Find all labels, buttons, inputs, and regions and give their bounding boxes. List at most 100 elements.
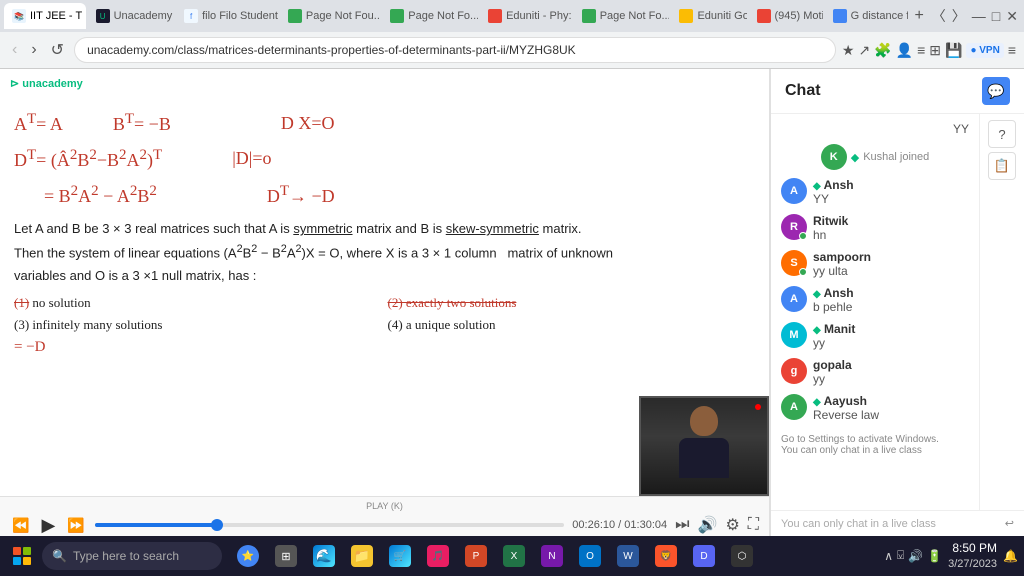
address-input[interactable] bbox=[74, 37, 836, 63]
tab-label-filo: filo Filo Student: bbox=[202, 10, 278, 22]
person-head bbox=[690, 406, 718, 436]
current-time: 00:26:10 bbox=[572, 519, 615, 531]
chat-msg-ansh-2: A ◆ Ansh b pehle bbox=[781, 286, 969, 314]
diamond-aayush: ◆ bbox=[813, 397, 821, 408]
discord-icon: D bbox=[693, 545, 715, 567]
save-icon[interactable]: 💾 bbox=[945, 42, 962, 59]
tab-gdist[interactable]: G distance fro: bbox=[825, 3, 909, 29]
profile-icon[interactable]: 👤 bbox=[896, 42, 913, 59]
taskbar-edge[interactable]: 🌊 bbox=[306, 538, 342, 574]
share-icon[interactable]: ↗ bbox=[858, 42, 870, 59]
back-button[interactable]: ‹ bbox=[8, 39, 21, 61]
taskbar-brave[interactable]: 🦁 bbox=[648, 538, 684, 574]
skip-next-icon[interactable]: ⏭ bbox=[675, 516, 689, 534]
tab-pg2[interactable]: Page Not Fo... ✕ bbox=[382, 3, 478, 29]
tab-pg3[interactable]: Page Not Fo... ✕ bbox=[574, 3, 670, 29]
win-logo-sq2 bbox=[23, 547, 31, 555]
avatar-aayush: A bbox=[781, 394, 807, 420]
tab-label-pg1: Page Not Fou... bbox=[306, 10, 380, 22]
tab-label-gdist: G distance fro: bbox=[851, 10, 909, 22]
new-tab-button[interactable]: + bbox=[910, 7, 927, 25]
tab-favicon-filo: f bbox=[184, 9, 198, 23]
tab-favicon-pg1 bbox=[288, 9, 302, 23]
network-icon[interactable]: ⍌ bbox=[897, 548, 904, 563]
grid-icon[interactable]: ⊞ bbox=[929, 42, 941, 59]
chevron-up-icon[interactable]: ∧ bbox=[884, 549, 893, 563]
taskbar-task-view[interactable]: ⊞ bbox=[268, 538, 304, 574]
option-2-label: (2) exactly two solutions bbox=[388, 295, 517, 311]
extension-icon[interactable]: 🧩 bbox=[874, 42, 891, 59]
progress-bar[interactable] bbox=[95, 523, 565, 527]
tab-label-pg3: Page Not Fo... bbox=[600, 10, 670, 22]
chat-notes-button[interactable]: 📋 bbox=[988, 152, 1016, 180]
menu-icon[interactable]: ≡ bbox=[1008, 42, 1016, 58]
settings-icon[interactable]: ⚙ bbox=[725, 515, 739, 535]
taskbar-store[interactable]: 🛒 bbox=[382, 538, 418, 574]
vpn-badge: ● VPN bbox=[966, 43, 1003, 58]
formula-dt-neg-d: DT→ −D bbox=[267, 179, 335, 211]
tab-filo[interactable]: f filo Filo Student: ✕ bbox=[176, 3, 278, 29]
taskbar-search-icon: 🔍 bbox=[52, 549, 67, 563]
username-sampoorn: sampoorn bbox=[813, 250, 871, 264]
taskbar-app1[interactable]: ⬡ bbox=[724, 538, 760, 574]
taskbar-onenote[interactable]: N bbox=[534, 538, 570, 574]
taskbar-explorer[interactable]: 📁 bbox=[344, 538, 380, 574]
tab-unacademy[interactable]: U Unacademy ✕ bbox=[88, 3, 175, 29]
start-button[interactable] bbox=[6, 540, 38, 572]
lecture-area: ⊳ unacademy AT= A BT= −B D X=O DT= (Â2B2… bbox=[0, 69, 770, 536]
forward-button[interactable]: › bbox=[27, 39, 40, 61]
chat-question-button[interactable]: ? bbox=[988, 120, 1016, 148]
chat-messages: YY K ◆ Kushal joined A ◆ Ansh bbox=[771, 114, 979, 510]
taskbar-outlook[interactable]: O bbox=[572, 538, 608, 574]
chat-user-info-aayush: ◆ Aayush Reverse law bbox=[813, 394, 879, 422]
msg-text-ansh-1: YY bbox=[813, 192, 854, 206]
chat-msg-manit: M ◆ Manit yy bbox=[781, 322, 969, 350]
taskbar-excel[interactable]: X bbox=[496, 538, 532, 574]
calc-result: = −D bbox=[14, 339, 755, 356]
chat-send-icon[interactable]: ↩ bbox=[1005, 517, 1014, 530]
notifications-icon[interactable]: 🔔 bbox=[1003, 549, 1018, 563]
volume-icon[interactable]: 🔊 bbox=[698, 515, 718, 535]
avatar-manit: M bbox=[781, 322, 807, 348]
minimize-button[interactable]: — bbox=[970, 8, 988, 24]
bookmark-icon[interactable]: ★ bbox=[842, 42, 855, 59]
taskbar-media[interactable]: 🎵 bbox=[420, 538, 456, 574]
own-message-text: YY bbox=[781, 122, 969, 136]
tab-nav-buttons: 〈 〉 — □ ✕ bbox=[930, 6, 1020, 26]
play-pause-button[interactable]: ▶ bbox=[39, 515, 57, 536]
battery-icon[interactable]: 🔋 bbox=[927, 549, 942, 563]
close-button[interactable]: ✕ bbox=[1004, 8, 1020, 25]
forward-10s-button[interactable]: ⏩ bbox=[65, 517, 86, 534]
tab-favicon-pg3 bbox=[582, 9, 596, 23]
formula-b2a2-a2b2: = B2A2 − A2B2 bbox=[14, 179, 157, 211]
fullscreen-icon[interactable]: ⛶ bbox=[748, 516, 759, 534]
taskbar-word[interactable]: W bbox=[610, 538, 646, 574]
taskbar: 🔍 Type here to search ⭐ ⊞ 🌊 📁 🛒 🎵 P X N bbox=[0, 536, 1024, 576]
volume-tray-icon[interactable]: 🔊 bbox=[908, 549, 923, 563]
explorer-icon: 📁 bbox=[351, 545, 373, 567]
system-clock[interactable]: 8:50 PM 3/27/2023 bbox=[948, 541, 997, 571]
reload-button[interactable]: ↺ bbox=[47, 38, 68, 62]
taskbar-cortana[interactable]: ⭐ bbox=[230, 538, 266, 574]
back-10s-button[interactable]: ⏪ bbox=[10, 517, 31, 534]
tab-eduniti[interactable]: Eduniti - Phy: ✕ bbox=[480, 3, 572, 29]
option-3-label: (3) infinitely many solutions bbox=[14, 317, 162, 333]
tab-iit-jee[interactable]: 📚 IIT JEE - T ✕ bbox=[4, 3, 86, 29]
taskbar-search[interactable]: 🔍 Type here to search bbox=[42, 542, 222, 570]
win-logo-sq3 bbox=[13, 557, 21, 565]
tab-favicon-eduniti2 bbox=[679, 9, 693, 23]
pin-icon[interactable]: ≡ bbox=[917, 42, 925, 58]
tab-favicon-pg2 bbox=[390, 9, 404, 23]
taskbar-ppt[interactable]: P bbox=[458, 538, 494, 574]
taskbar-discord[interactable]: D bbox=[686, 538, 722, 574]
tab-nav-prev[interactable]: 〈 bbox=[930, 6, 948, 26]
win-logo-sq4 bbox=[23, 557, 31, 565]
avatar-kushal: K bbox=[821, 144, 847, 170]
tab-nav-next[interactable]: 〉 bbox=[950, 6, 968, 26]
maximize-button[interactable]: □ bbox=[990, 8, 1002, 24]
tab-motion[interactable]: (945) Motio: bbox=[749, 3, 823, 29]
tab-pg1[interactable]: Page Not Fou... ✕ bbox=[280, 3, 380, 29]
tab-eduniti2[interactable]: Eduniti Gold bbox=[671, 3, 746, 29]
chat-user-info-ansh-1: ◆ Ansh YY bbox=[813, 178, 854, 206]
chat-icon-button[interactable]: 💬 bbox=[982, 77, 1010, 105]
